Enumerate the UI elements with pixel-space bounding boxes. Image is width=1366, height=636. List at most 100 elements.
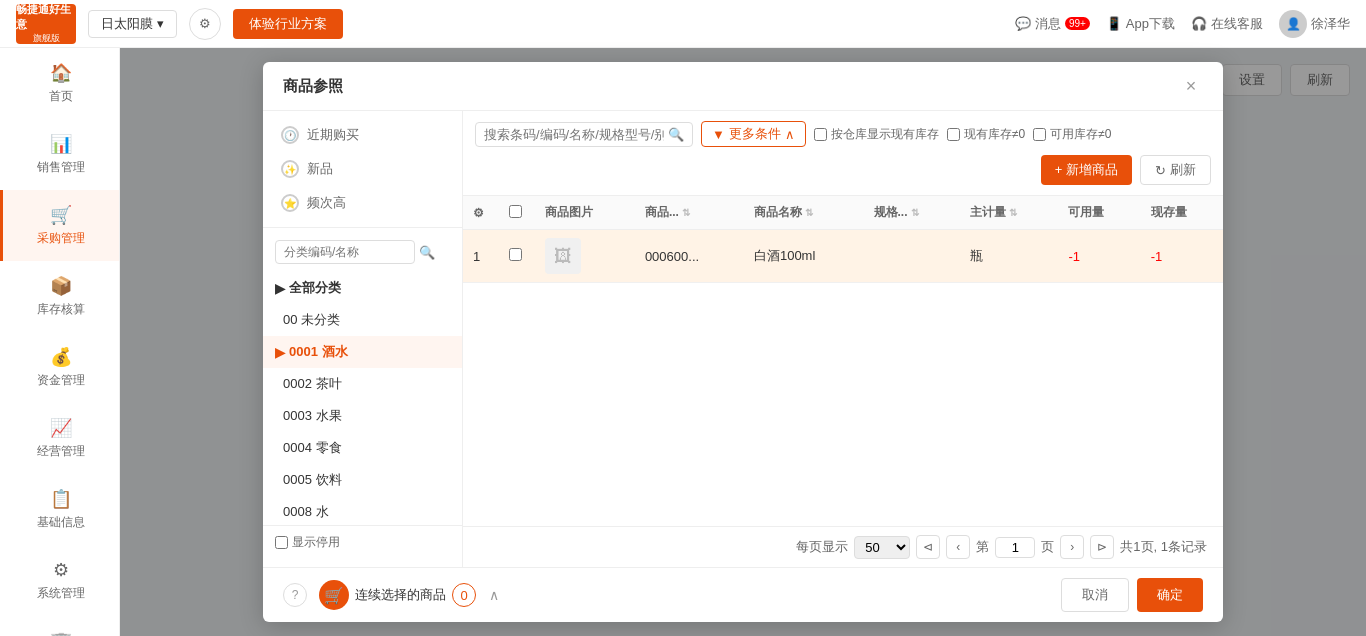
sidebar-item-purchase[interactable]: 🛒 采购管理 [0,190,119,261]
filter-button[interactable]: ▼ 更多条件 ∧ [701,121,806,147]
available-nonzero-checkbox[interactable]: 可用库存≠0 [1033,126,1111,143]
category-list: ▶ 全部分类 00 未分类 ▶ 0001 酒水 0002 茶 [263,268,462,525]
gear-button[interactable]: ⚙ [189,8,221,40]
logo-text: 畅捷通好生意 [16,2,76,32]
nav-item-label: 近期购买 [307,126,359,144]
cancel-button[interactable]: 取消 [1061,578,1129,612]
modal-right-panel: 🔍 ▼ 更多条件 ∧ 按仓库显示现有库存 [463,111,1223,567]
first-page-button[interactable]: ⊲ [916,535,940,559]
app-download-button[interactable]: 📱 App下载 [1106,15,1175,33]
table-row[interactable]: 1 🖼 000600... 白酒100ml 瓶 [463,230,1223,283]
th-product-name[interactable]: 商品名称 ⇅ [744,196,864,230]
refresh-icon: ↻ [1155,163,1166,178]
sidebar-item-finance[interactable]: 💰 资金管理 [0,332,119,403]
username: 徐泽华 [1311,15,1350,33]
product-reference-modal: 商品参照 × 🕐 近期购买 ✨ 新品 [263,62,1223,622]
th-unit[interactable]: 主计量 ⇅ [960,196,1059,230]
disabled-checkbox-input[interactable] [275,536,288,549]
store-name: 日太阳膜 [101,15,153,33]
per-page-select[interactable]: 50 100 [854,536,910,559]
cart-count: 0 [452,583,476,607]
system-icon: ⚙ [53,559,69,581]
modal-header: 商品参照 × [263,62,1223,111]
message-badge: 99+ [1065,17,1090,30]
help-button[interactable]: ? [283,583,307,607]
row-stock: -1 [1141,230,1223,283]
frequent-icon: ⭐ [281,194,299,212]
last-page-button[interactable]: ⊳ [1090,535,1114,559]
confirm-button[interactable]: 确定 [1137,578,1203,612]
cart-collapse-icon[interactable]: ∧ [482,583,506,607]
per-page-label: 每页显示 [796,538,848,556]
category-search-input[interactable] [275,240,415,264]
refresh-label: 刷新 [1170,161,1196,179]
cat-item-all[interactable]: ▶ 全部分类 [263,272,462,304]
add-product-button[interactable]: + 新增商品 [1041,155,1132,185]
nav-item-recent[interactable]: 🕐 近期购买 [271,119,454,151]
sidebar-item-home[interactable]: 🏠 首页 [0,48,119,119]
purchase-icon: 🛒 [50,204,72,226]
cat-item-alcohol[interactable]: ▶ 0001 酒水 [263,336,462,368]
filter-icon: ▼ [712,127,725,142]
nav-item-frequent[interactable]: ⭐ 频次高 [271,187,454,219]
stock-nonzero-checkbox[interactable]: 现有库存≠0 [947,126,1025,143]
warehouse-stock-checkbox[interactable]: 按仓库显示现有库存 [814,126,939,143]
sidebar-item-label: 系统管理 [37,585,85,602]
sidebar-item-label: 资金管理 [37,372,85,389]
row-check-input[interactable] [509,248,522,261]
cat-item-snacks[interactable]: 0004 零食 [263,432,462,464]
sidebar-item-operations[interactable]: 📈 经营管理 [0,403,119,474]
sidebar-item-inventory[interactable]: 📦 库存核算 [0,261,119,332]
cat-item-tea[interactable]: 0002 茶叶 [263,368,462,400]
sidebar-item-system[interactable]: ⚙ 系统管理 [0,545,119,616]
th-available: 可用量 [1058,196,1140,230]
cat-item-fruit[interactable]: 0003 水果 [263,400,462,432]
sidebar-item-basic-info[interactable]: 📋 基础信息 [0,474,119,545]
sidebar-item-sales[interactable]: 📊 销售管理 [0,119,119,190]
modal-close-button[interactable]: × [1179,74,1203,98]
cat-item-uncategorized[interactable]: 00 未分类 [263,304,462,336]
cat-item-drinks[interactable]: 0005 饮料 [263,464,462,496]
product-image: 🖼 [545,238,581,274]
trial-button[interactable]: 体验行业方案 [233,9,343,39]
message-button[interactable]: 💬 消息 99+ [1015,15,1090,33]
cart-select-button[interactable]: 🛒 连续选择的商品 0 ∧ [319,580,506,610]
home-icon: 🏠 [50,62,72,84]
th-spec[interactable]: 规格... ⇅ [864,196,960,230]
product-table-wrapper: ⚙ 商品图片 商品... ⇅ 商品名称 ⇅ 规格... ⇅ 主计量 ⇅ 可用量 [463,196,1223,526]
refresh-product-button[interactable]: ↻ 刷新 [1140,155,1211,185]
chevron-down-icon: ▾ [157,16,164,31]
search-icon[interactable]: 🔍 [668,127,684,142]
sidebar-item-label: 销售管理 [37,159,85,176]
product-search-input[interactable] [484,127,664,142]
expand-icon: ▶ [275,281,285,296]
footer-actions: 取消 确定 [1061,578,1203,612]
select-all-checkbox[interactable] [509,205,522,218]
available-nonzero-input[interactable] [1033,128,1046,141]
cart-label: 连续选择的商品 [355,586,446,604]
gear-icon: ⚙ [199,16,211,31]
row-product-name: 白酒100ml [744,230,864,283]
th-product-code[interactable]: 商品... ⇅ [635,196,744,230]
online-service-button[interactable]: 🎧 在线客服 [1191,15,1263,33]
sidebar-item-enterprise[interactable]: 🏢 企业协同 [0,616,119,636]
user-menu[interactable]: 👤 徐泽华 [1279,10,1350,38]
cat-label: 全部分类 [289,279,341,297]
row-checkbox[interactable] [499,230,535,283]
product-table: ⚙ 商品图片 商品... ⇅ 商品名称 ⇅ 规格... ⇅ 主计量 ⇅ 可用量 [463,196,1223,283]
next-page-button[interactable]: › [1060,535,1084,559]
cat-item-water[interactable]: 0008 水 [263,496,462,525]
show-disabled-checkbox[interactable]: 显示停用 [275,534,340,551]
search-icon[interactable]: 🔍 [419,245,435,260]
nav-item-new[interactable]: ✨ 新品 [271,153,454,185]
warehouse-stock-input[interactable] [814,128,827,141]
prev-page-button[interactable]: ‹ [946,535,970,559]
page-number-input[interactable] [995,537,1035,558]
th-product-img: 商品图片 [535,196,635,230]
logo: 畅捷通好生意 旗舰版 [16,4,76,44]
app-label: App下载 [1126,15,1175,33]
th-checkbox [499,196,535,230]
filter-arrow-icon: ∧ [785,127,795,142]
store-selector[interactable]: 日太阳膜 ▾ [88,10,177,38]
stock-nonzero-input[interactable] [947,128,960,141]
